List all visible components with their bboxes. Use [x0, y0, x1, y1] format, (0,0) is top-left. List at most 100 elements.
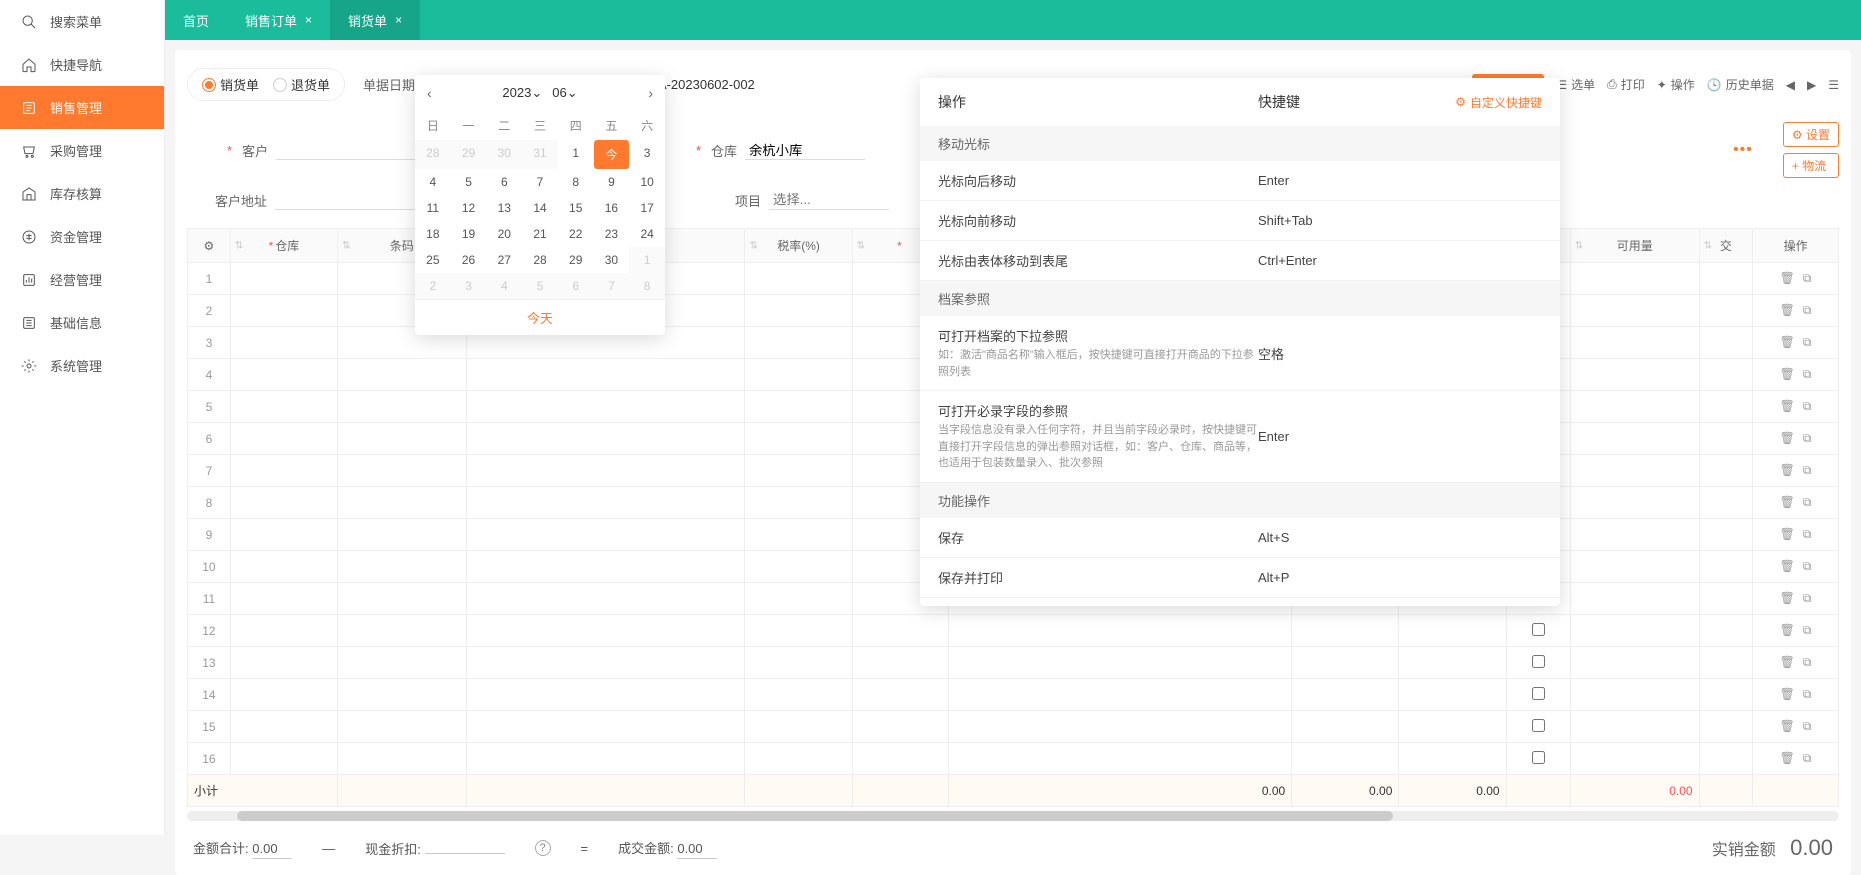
- cell-req[interactable]: [852, 743, 948, 775]
- sidebar-item-system[interactable]: 系统管理: [0, 344, 164, 387]
- calendar-year[interactable]: 2023⌄: [502, 85, 542, 101]
- copy-icon[interactable]: ⧉: [1803, 335, 1812, 350]
- cell-available[interactable]: [1570, 647, 1699, 679]
- cell-available[interactable]: [1570, 615, 1699, 647]
- calendar-day[interactable]: 3: [629, 140, 665, 169]
- cell-deliver[interactable]: [1699, 615, 1753, 647]
- cell-available[interactable]: [1570, 423, 1699, 455]
- cell-gift[interactable]: [1506, 711, 1570, 743]
- cell-deliver[interactable]: [1699, 711, 1753, 743]
- cell-spec[interactable]: [466, 711, 745, 743]
- cell-deliver[interactable]: [1699, 647, 1753, 679]
- delete-icon[interactable]: 🗑: [1780, 655, 1795, 670]
- cell-warehouse[interactable]: [230, 711, 337, 743]
- copy-icon[interactable]: ⧉: [1803, 271, 1812, 286]
- radio-return[interactable]: 退货单: [273, 75, 330, 94]
- calendar-day[interactable]: 18: [415, 221, 451, 247]
- calendar-day-prev[interactable]: 30: [486, 140, 522, 169]
- calendar-day[interactable]: 22: [558, 221, 594, 247]
- cell-warehouse[interactable]: [230, 487, 337, 519]
- cell-tax[interactable]: [745, 615, 852, 647]
- cell-gift[interactable]: [1506, 679, 1570, 711]
- calendar-month[interactable]: 06⌄: [552, 85, 577, 101]
- cell-deliver[interactable]: [1699, 455, 1753, 487]
- calendar-day-today[interactable]: 今: [594, 140, 630, 169]
- custom-shortcut-button[interactable]: ⚙自定义快捷键: [1455, 94, 1542, 111]
- cell-amt1[interactable]: [1292, 711, 1399, 743]
- operate-button[interactable]: ✦操作: [1657, 76, 1695, 93]
- cell-warehouse[interactable]: [230, 455, 337, 487]
- cell-available[interactable]: [1570, 583, 1699, 615]
- calendar-day[interactable]: 19: [451, 221, 487, 247]
- cell-deliver[interactable]: [1699, 519, 1753, 551]
- tab-sales-order[interactable]: 销售订单×: [227, 0, 330, 40]
- more-button[interactable]: •••: [1733, 141, 1753, 159]
- cell-spec[interactable]: [466, 391, 745, 423]
- cell-barcode[interactable]: [338, 679, 467, 711]
- cell-available[interactable]: [1570, 679, 1699, 711]
- calendar-day[interactable]: 5: [451, 169, 487, 195]
- calendar-day[interactable]: 10: [629, 169, 665, 195]
- delete-icon[interactable]: 🗑: [1780, 751, 1795, 766]
- cell-available[interactable]: [1570, 551, 1699, 583]
- delete-icon[interactable]: 🗑: [1780, 559, 1795, 574]
- sidebar-item-purchase[interactable]: 采购管理: [0, 129, 164, 172]
- cell-available[interactable]: [1570, 327, 1699, 359]
- cell-deliver[interactable]: [1699, 743, 1753, 775]
- select-button[interactable]: ☰选单: [1556, 76, 1595, 93]
- gift-checkbox[interactable]: [1532, 687, 1545, 700]
- cell-warehouse[interactable]: [230, 551, 337, 583]
- calendar-today-button[interactable]: 今天: [415, 299, 665, 335]
- cell-tax[interactable]: [745, 487, 852, 519]
- cell-tax[interactable]: [745, 679, 852, 711]
- cell-tax[interactable]: [745, 519, 852, 551]
- delete-icon[interactable]: 🗑: [1780, 463, 1795, 478]
- table-row[interactable]: 13 🗑⧉: [188, 647, 1839, 679]
- calendar-day[interactable]: 6: [486, 169, 522, 195]
- table-row[interactable]: 14 🗑⧉: [188, 679, 1839, 711]
- cell-barcode[interactable]: [338, 487, 467, 519]
- cell-gift[interactable]: [1506, 743, 1570, 775]
- calendar-day[interactable]: 15: [558, 195, 594, 221]
- cell-available[interactable]: [1570, 295, 1699, 327]
- cell-spec[interactable]: [466, 551, 745, 583]
- cell-available[interactable]: [1570, 711, 1699, 743]
- sidebar-item-search[interactable]: 搜索菜单: [0, 0, 164, 43]
- cell-available[interactable]: [1570, 359, 1699, 391]
- calendar-day-prev[interactable]: 31: [522, 140, 558, 169]
- calendar-day[interactable]: 13: [486, 195, 522, 221]
- calendar-day-next[interactable]: 8: [629, 273, 665, 299]
- cell-warehouse[interactable]: [230, 263, 337, 295]
- cell-req[interactable]: [852, 711, 948, 743]
- sidebar-item-quicknav[interactable]: 快捷导航: [0, 43, 164, 86]
- table-row[interactable]: 12 🗑⧉: [188, 615, 1839, 647]
- cell-spec[interactable]: [466, 423, 745, 455]
- settings-button[interactable]: ⚙ 设置: [1783, 122, 1839, 147]
- delete-icon[interactable]: 🗑: [1780, 687, 1795, 702]
- cell-deliver[interactable]: [1699, 327, 1753, 359]
- delete-icon[interactable]: 🗑: [1780, 591, 1795, 606]
- cell-barcode[interactable]: [338, 359, 467, 391]
- horizontal-scrollbar[interactable]: [187, 811, 1839, 821]
- cell-warehouse[interactable]: [230, 327, 337, 359]
- calendar-day[interactable]: 23: [594, 221, 630, 247]
- calendar-day-next[interactable]: 4: [486, 273, 522, 299]
- cell-req[interactable]: [852, 615, 948, 647]
- cell-tax[interactable]: [745, 711, 852, 743]
- calendar-day[interactable]: 14: [522, 195, 558, 221]
- cell-deliver[interactable]: [1699, 295, 1753, 327]
- cell-spec[interactable]: [466, 519, 745, 551]
- calendar-day-prev[interactable]: 29: [451, 140, 487, 169]
- sidebar-item-operation[interactable]: 经营管理: [0, 258, 164, 301]
- delete-icon[interactable]: 🗑: [1780, 495, 1795, 510]
- copy-icon[interactable]: ⧉: [1803, 751, 1812, 766]
- cell-tax[interactable]: [745, 743, 852, 775]
- cell-spec[interactable]: [466, 743, 745, 775]
- cell-available[interactable]: [1570, 519, 1699, 551]
- cell-deliver[interactable]: [1699, 551, 1753, 583]
- th-gear[interactable]: ⚙: [188, 229, 231, 263]
- cell-warehouse[interactable]: [230, 519, 337, 551]
- copy-icon[interactable]: ⧉: [1803, 591, 1812, 606]
- close-icon[interactable]: ×: [395, 13, 402, 27]
- sidebar-item-basic[interactable]: 基础信息: [0, 301, 164, 344]
